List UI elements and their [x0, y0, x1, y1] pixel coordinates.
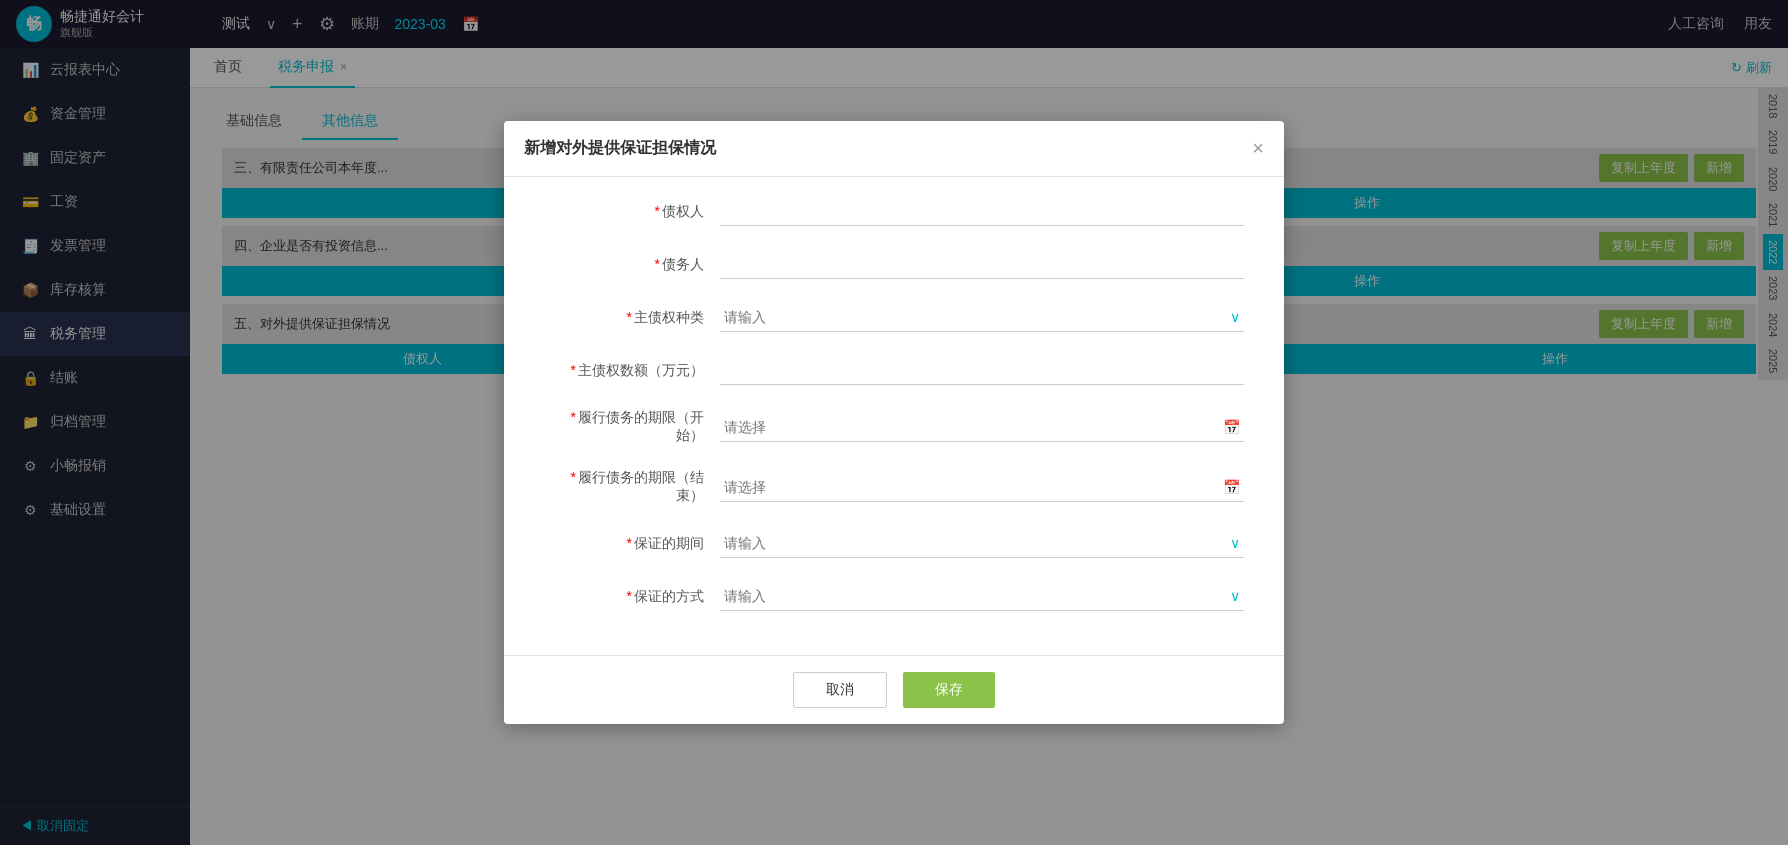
label-period-start: *履行债务的期限（开始） [544, 409, 704, 445]
modal-header: 新增对外提供保证担保情况 × [504, 121, 1284, 177]
select-guarantee-period[interactable]: ∨ [720, 529, 1244, 558]
modal-title: 新增对外提供保证担保情况 [524, 138, 716, 159]
form-row-claim-amount: *主债权数额（万元） [544, 356, 1244, 385]
input-debtor[interactable] [720, 250, 1244, 279]
form-row-period-end: *履行债务的期限（结束） 📅 [544, 469, 1244, 505]
modal-close-button[interactable]: × [1252, 137, 1264, 160]
modal-dialog: 新增对外提供保证担保情况 × *债权人 *债务人 *主债权种类 [504, 121, 1284, 724]
input-claim-type[interactable] [724, 309, 1230, 325]
label-creditor: *债权人 [544, 203, 704, 221]
form-row-creditor: *债权人 [544, 197, 1244, 226]
modal-overlay: 新增对外提供保证担保情况 × *债权人 *债务人 *主债权种类 [0, 0, 1788, 845]
input-period-end[interactable] [724, 479, 1223, 495]
claim-type-chevron-icon: ∨ [1230, 309, 1240, 325]
cancel-button[interactable]: 取消 [793, 672, 887, 708]
label-claim-type: *主债权种类 [544, 309, 704, 327]
label-period-end: *履行债务的期限（结束） [544, 469, 704, 505]
guarantee-period-chevron-icon: ∨ [1230, 535, 1240, 551]
select-claim-type[interactable]: ∨ [720, 303, 1244, 332]
modal-body: *债权人 *债务人 *主债权种类 ∨ [504, 177, 1284, 655]
form-row-period-start: *履行债务的期限（开始） 📅 [544, 409, 1244, 445]
form-row-claim-type: *主债权种类 ∨ [544, 303, 1244, 332]
label-debtor: *债务人 [544, 256, 704, 274]
input-guarantee-period[interactable] [724, 535, 1230, 551]
label-guarantee-method: *保证的方式 [544, 588, 704, 606]
guarantee-method-chevron-icon: ∨ [1230, 588, 1240, 604]
label-claim-amount: *主债权数额（万元） [544, 362, 704, 380]
label-guarantee-period: *保证的期间 [544, 535, 704, 553]
date-period-end[interactable]: 📅 [720, 473, 1244, 502]
save-button[interactable]: 保存 [903, 672, 995, 708]
form-row-debtor: *债务人 [544, 250, 1244, 279]
form-row-guarantee-method: *保证的方式 ∨ [544, 582, 1244, 611]
input-claim-amount[interactable] [720, 356, 1244, 385]
modal-footer: 取消 保存 [504, 655, 1284, 724]
period-start-calendar-icon: 📅 [1223, 419, 1240, 435]
input-creditor[interactable] [720, 197, 1244, 226]
input-guarantee-method[interactable] [724, 588, 1230, 604]
date-period-start[interactable]: 📅 [720, 413, 1244, 442]
select-guarantee-method[interactable]: ∨ [720, 582, 1244, 611]
input-period-start[interactable] [724, 419, 1223, 435]
form-row-guarantee-period: *保证的期间 ∨ [544, 529, 1244, 558]
period-end-calendar-icon: 📅 [1223, 479, 1240, 495]
